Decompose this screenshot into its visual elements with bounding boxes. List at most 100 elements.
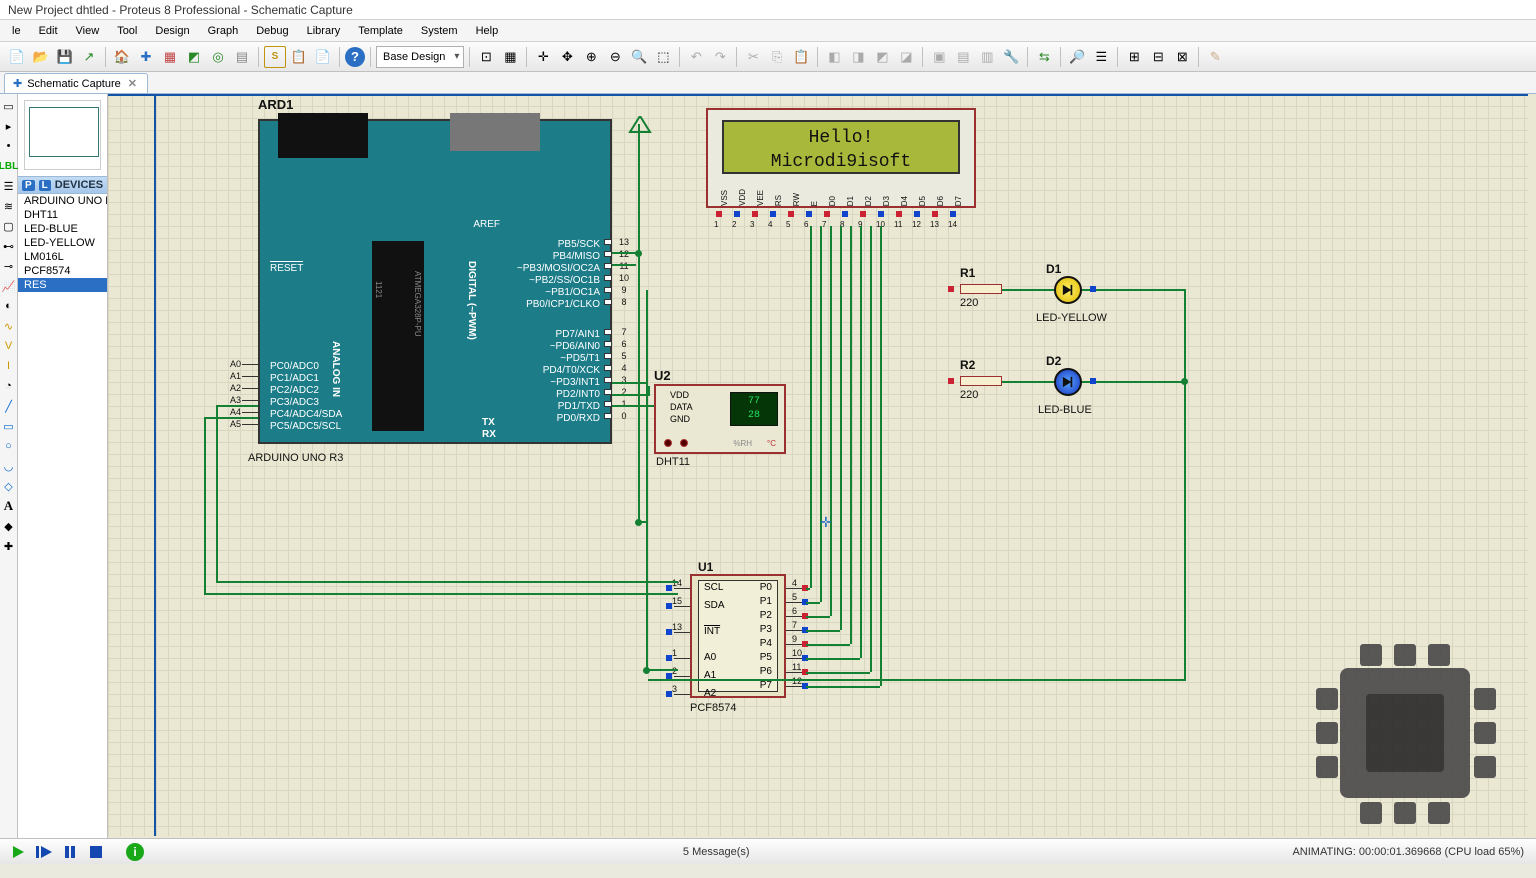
select-mode-icon[interactable]: ▭ (1, 98, 17, 114)
decompose-icon[interactable]: 🔧 (1000, 46, 1022, 68)
component-mode-icon[interactable]: ▸ (1, 118, 17, 134)
menu-view[interactable]: View (68, 23, 108, 39)
zoom-in-icon[interactable]: ⊕ (580, 46, 602, 68)
menu-design[interactable]: Design (147, 23, 197, 39)
make-dev-icon[interactable]: ▤ (952, 46, 974, 68)
home-icon[interactable]: 🏠 (111, 46, 133, 68)
device-item[interactable]: LM016L (18, 250, 107, 264)
report-icon[interactable]: 📋 (288, 46, 310, 68)
grid-dots-icon[interactable]: ⊡ (475, 46, 497, 68)
pin-mode-icon[interactable]: ⊸ (1, 258, 17, 274)
generator-mode-icon[interactable]: ∿ (1, 318, 17, 334)
block-move-icon[interactable]: ◨ (847, 46, 869, 68)
box-2d-icon[interactable]: ▭ (1, 418, 17, 434)
block-rot-icon[interactable]: ◩ (871, 46, 893, 68)
menu-help[interactable]: Help (468, 23, 507, 39)
erc-icon[interactable]: ⊟ (1147, 46, 1169, 68)
device-list[interactable]: ARDUINO UNO R3DHT11LED-BLUELED-YELLOWLM0… (18, 194, 107, 838)
tape-mode-icon[interactable]: ◐ (1, 298, 17, 314)
info-icon[interactable]: i (126, 843, 144, 861)
save-icon[interactable]: 💾 (54, 46, 76, 68)
zoom-fit-icon[interactable]: 🔍 (628, 46, 650, 68)
menu-debug[interactable]: Debug (248, 23, 296, 39)
bus-mode-icon[interactable]: ≋ (1, 198, 17, 214)
text-script-icon[interactable]: ☰ (1, 178, 17, 194)
device-item[interactable]: ARDUINO UNO R3 (18, 194, 107, 208)
dht-component[interactable]: VDD DATA GND 77 28 %RH °C (654, 384, 786, 454)
circle-2d-icon[interactable]: ○ (1, 438, 17, 454)
zoom-area-icon[interactable]: ⬚ (652, 46, 674, 68)
device-item[interactable]: LED-BLUE (18, 222, 107, 236)
3d-icon[interactable]: ◩ (183, 46, 205, 68)
paste-icon[interactable]: 📋 (790, 46, 812, 68)
menu-library[interactable]: Library (299, 23, 349, 39)
block-del-icon[interactable]: ◪ (895, 46, 917, 68)
tab-schematic[interactable]: ✚ Schematic Capture ✕ (4, 73, 148, 93)
design-variant-select[interactable]: Base Design (376, 46, 464, 68)
menu-edit[interactable]: Edit (31, 23, 66, 39)
menu-tool[interactable]: Tool (109, 23, 145, 39)
zoom-out-icon[interactable]: ⊖ (604, 46, 626, 68)
play-icon[interactable] (8, 842, 28, 862)
stop-icon[interactable] (86, 842, 106, 862)
pause-icon[interactable] (60, 842, 80, 862)
grid-lines-icon[interactable]: ▦ (499, 46, 521, 68)
pan-icon[interactable]: ✥ (556, 46, 578, 68)
step-icon[interactable] (34, 842, 54, 862)
new-sheet-icon[interactable]: ✎ (1204, 46, 1226, 68)
new-file-icon[interactable]: 📄 (6, 46, 28, 68)
doc-icon[interactable]: 📄 (312, 46, 334, 68)
help-icon[interactable]: ? (345, 47, 365, 67)
text-2d-icon[interactable]: A (1, 498, 17, 514)
graph-mode-icon[interactable]: 📈 (1, 278, 17, 294)
r2-component[interactable] (960, 376, 1002, 386)
netlist-icon[interactable]: ⊞ (1123, 46, 1145, 68)
symbol-2d-icon[interactable]: ◆ (1, 518, 17, 534)
junction-mode-icon[interactable]: • (1, 138, 17, 154)
menu-file[interactable]: le (4, 23, 29, 39)
arduino-body[interactable]: 1121 ATMEGA328P-PU ANALOG IN DIGITAL (~P… (258, 119, 612, 444)
device-item[interactable]: LED-YELLOW (18, 236, 107, 250)
wire-autoroute-icon[interactable]: ⇆ (1033, 46, 1055, 68)
schematic-icon[interactable]: ✚ (135, 46, 157, 68)
pick-l-icon[interactable]: L (39, 180, 51, 191)
tab-close-icon[interactable]: ✕ (126, 77, 139, 90)
menu-graph[interactable]: Graph (200, 23, 247, 39)
overview-window[interactable] (24, 100, 101, 170)
probe-v-icon[interactable]: V (1, 338, 17, 354)
subcircuit-icon[interactable]: ▢ (1, 218, 17, 234)
search-icon[interactable]: 🔎 (1066, 46, 1088, 68)
r1-component[interactable] (960, 284, 1002, 294)
pe-icon[interactable]: ☰ (1090, 46, 1112, 68)
open-icon[interactable]: 📂 (30, 46, 52, 68)
device-item[interactable]: RES (18, 278, 107, 292)
gerber-icon[interactable]: ◎ (207, 46, 229, 68)
menu-template[interactable]: Template (350, 23, 411, 39)
probe-i-icon[interactable]: I (1, 358, 17, 374)
menu-system[interactable]: System (413, 23, 466, 39)
pick-dev-icon[interactable]: ▣ (928, 46, 950, 68)
marker-2d-icon[interactable]: ✚ (1, 538, 17, 554)
bom-icon[interactable]: ▤ (231, 46, 253, 68)
lcd-component[interactable]: Hello! Microdi9isoft VSSVDDVEERSRWED0D1D… (706, 108, 976, 208)
line-2d-icon[interactable]: ╱ (1, 398, 17, 414)
pcb-icon[interactable]: ▦ (159, 46, 181, 68)
arc-2d-icon[interactable]: ◡ (1, 458, 17, 474)
close-proj-icon[interactable]: ↗ (78, 46, 100, 68)
device-item[interactable]: PCF8574 (18, 264, 107, 278)
device-item[interactable]: DHT11 (18, 208, 107, 222)
status-messages[interactable]: 5 Message(s) (152, 846, 1280, 858)
block-copy-icon[interactable]: ◧ (823, 46, 845, 68)
copy-icon[interactable]: ⎘ (766, 46, 788, 68)
label-mode-icon[interactable]: LBL (1, 158, 17, 174)
led-yellow-component[interactable] (1054, 276, 1082, 304)
redo-icon[interactable]: ↷ (709, 46, 731, 68)
bom2-icon[interactable]: ⊠ (1171, 46, 1193, 68)
led-blue-component[interactable] (1054, 368, 1082, 396)
origin-icon[interactable]: ✛ (532, 46, 554, 68)
pick-p-icon[interactable]: P (22, 180, 35, 191)
terminal-mode-icon[interactable]: ⊷ (1, 238, 17, 254)
cut-icon[interactable]: ✂ (742, 46, 764, 68)
src-icon[interactable]: S (264, 46, 286, 68)
undo-icon[interactable]: ↶ (685, 46, 707, 68)
